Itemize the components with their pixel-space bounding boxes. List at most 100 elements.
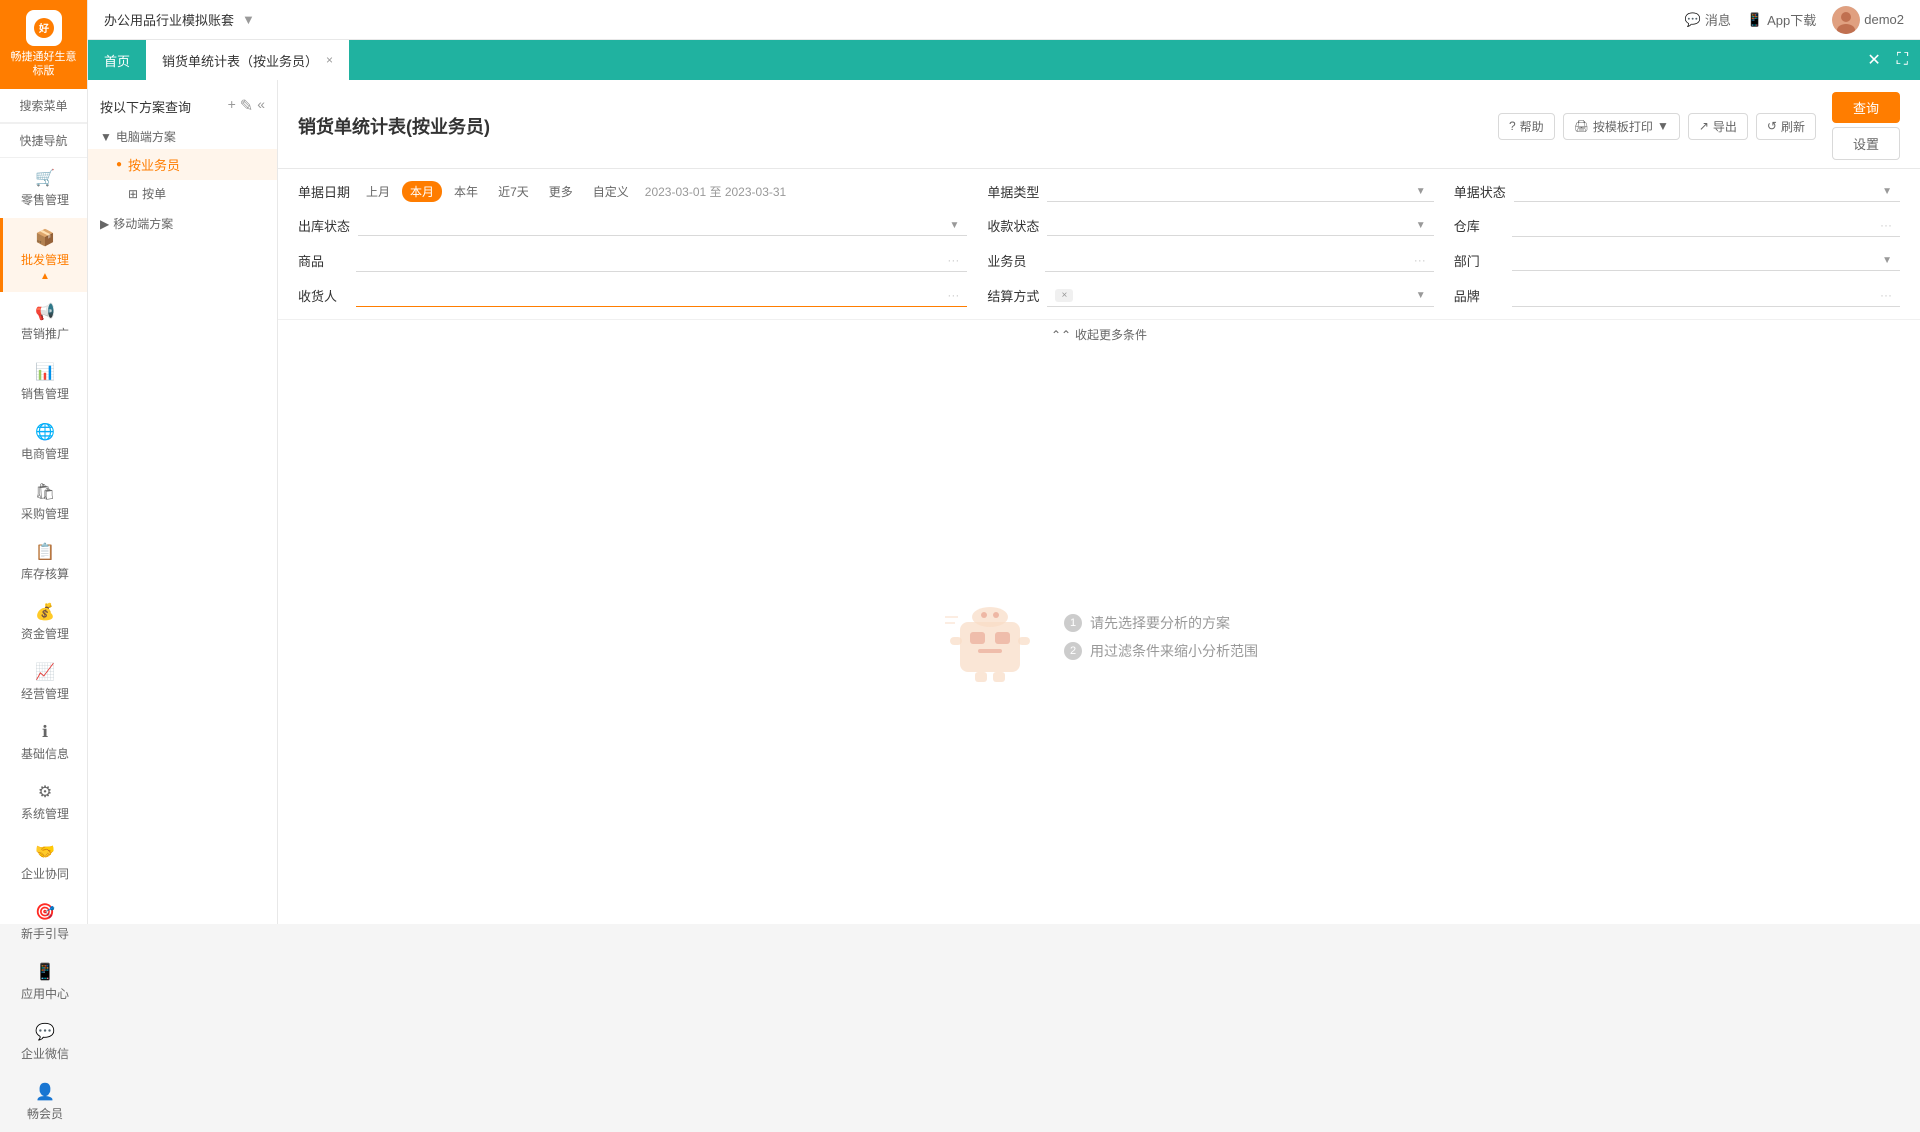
date-tab-more[interactable]: 更多 — [541, 181, 581, 202]
settlement-label: 结算方式 — [987, 286, 1039, 305]
tab-sales-stat[interactable]: 销货单统计表（按业务员） × — [146, 40, 349, 80]
scheme-group-desktop-title[interactable]: ▼ 电脑端方案 — [88, 124, 277, 149]
help-icon: ? — [1509, 119, 1516, 133]
sidebar-item-sales[interactable]: 📊 销售管理 — [0, 352, 87, 412]
search-label: 搜索菜单 — [19, 99, 67, 113]
sidebar-item-wechat[interactable]: 💬 企业微信 — [0, 1012, 87, 1072]
empty-tips: 1 请先选择要分析的方案 2 用过滤条件来缩小分析范围 — [1064, 613, 1258, 661]
receiver-dots-icon: ··· — [947, 288, 959, 302]
help-button[interactable]: ? 帮助 — [1498, 113, 1555, 140]
current-account[interactable]: 办公用品行业模拟账套 — [104, 10, 234, 29]
collapse-button[interactable]: ⌃⌃ 收起更多条件 — [1051, 326, 1147, 343]
settings-button[interactable]: 设置 — [1832, 127, 1900, 160]
date-tab-custom[interactable]: 自定义 — [585, 181, 637, 202]
sidebar-item-label: 企业微信 — [21, 1045, 69, 1062]
outbound-select[interactable]: ▼ — [358, 216, 967, 236]
mobile-icon: 📱 — [1747, 12, 1763, 28]
department-label: 部门 — [1454, 251, 1504, 270]
purchase-icon: 🛍 — [35, 482, 55, 502]
tab-maximize-icon[interactable]: ⛶ — [1893, 47, 1912, 73]
help-label: 帮助 — [1520, 118, 1544, 135]
expand-arrow: ▲ — [40, 271, 50, 282]
date-tab-thisyear[interactable]: 本年 — [446, 181, 486, 202]
sidebar-item-label: 经营管理 — [21, 685, 69, 702]
print-button[interactable]: 🖨 按模板打印 ▼ — [1563, 113, 1680, 140]
filter-warehouse: 仓库 ··· — [1454, 214, 1900, 237]
add-scheme-icon[interactable]: + — [228, 96, 236, 116]
user-menu[interactable]: demo2 — [1832, 6, 1904, 34]
app-logo[interactable]: 好 畅捷通好生意 标版 — [0, 0, 87, 89]
goods-label: 商品 — [298, 251, 348, 270]
sidebar-item-operation[interactable]: 📈 经营管理 — [0, 652, 87, 712]
panel-title-label: 按以下方案查询 — [100, 97, 191, 116]
sidebar-item-finance[interactable]: 💰 资金管理 — [0, 592, 87, 652]
scheme-group-mobile-title[interactable]: ▶ 移动端方案 — [88, 211, 277, 236]
shortcut-label: 快捷导航 — [19, 134, 67, 148]
scheme-sub-label: 按单 — [142, 185, 166, 202]
date-tab-7days[interactable]: 近7天 — [490, 181, 537, 202]
sidebar-item-member[interactable]: 👤 畅会员 — [0, 1072, 87, 1132]
date-tab-lastmonth[interactable]: 上月 — [358, 181, 398, 202]
shortcut-nav[interactable]: 快捷导航 — [0, 123, 87, 158]
group-label: 移动端方案 — [113, 215, 173, 232]
query-button[interactable]: 查询 — [1832, 92, 1900, 123]
sidebar-item-newbie[interactable]: 🎯 新手引导 — [0, 892, 87, 952]
collapse-panel-icon[interactable]: « — [257, 96, 265, 116]
sidebar-item-retail[interactable]: 🛒 零售管理 — [0, 158, 87, 218]
sidebar-item-purchase[interactable]: 🛍 采购管理 — [0, 472, 87, 532]
sidebar-item-label: 畅会员 — [27, 1105, 63, 1122]
payment-select[interactable]: ▼ — [1047, 216, 1433, 236]
scheme-item-by-salesperson[interactable]: ● 按业务员 — [88, 149, 277, 180]
left-panel-title: 按以下方案查询 + ✎ « — [88, 92, 277, 124]
sidebar-item-apps[interactable]: 📱 应用中心 — [0, 952, 87, 1012]
sidebar-item-wholesale[interactable]: 📦 批发管理 ▲ — [0, 218, 87, 292]
svg-text:好: 好 — [38, 22, 49, 35]
sidebar-item-system[interactable]: ⚙ 系统管理 — [0, 772, 87, 832]
department-arrow-icon: ▼ — [1882, 255, 1892, 266]
date-label: 单据日期 — [298, 182, 350, 201]
settlement-tag-close-icon[interactable]: × — [1061, 290, 1067, 301]
sidebar-item-label: 应用中心 — [21, 985, 69, 1002]
scheme-item-by-order[interactable]: ⊞ 按单 — [88, 180, 277, 207]
bill-type-select[interactable]: ▼ — [1047, 182, 1433, 202]
warehouse-select[interactable]: ··· — [1512, 214, 1900, 237]
sidebar-item-enterprise[interactable]: 🤝 企业协同 — [0, 832, 87, 892]
sidebar-item-ecommerce[interactable]: 🌐 电商管理 — [0, 412, 87, 472]
sidebar-item-label: 库存核算 — [21, 565, 69, 582]
enterprise-icon: 🤝 — [35, 842, 55, 862]
brand-select[interactable]: ··· — [1512, 284, 1900, 307]
dropdown-arrow-icon[interactable]: ▼ — [242, 12, 255, 27]
refresh-button[interactable]: ↺ 刷新 — [1756, 113, 1816, 140]
goods-select[interactable]: ··· — [356, 249, 967, 272]
tab-close-icon[interactable]: × — [326, 53, 333, 67]
app-download-btn[interactable]: 📱 App下载 — [1747, 10, 1816, 29]
export-icon: ↗ — [1699, 119, 1709, 133]
outbound-arrow-icon: ▼ — [950, 220, 960, 231]
salesperson-select[interactable]: ··· — [1045, 249, 1433, 272]
empty-content: 1 请先选择要分析的方案 2 用过滤条件来缩小分析范围 — [940, 587, 1258, 687]
date-tab-thismonth[interactable]: 本月 — [402, 181, 442, 202]
bill-status-select[interactable]: ▼ — [1514, 182, 1900, 202]
salesperson-label: 业务员 — [987, 251, 1037, 270]
export-button[interactable]: ↗ 导出 — [1688, 113, 1748, 140]
sidebar-item-label: 资金管理 — [21, 625, 69, 642]
message-btn[interactable]: 💬 消息 — [1685, 10, 1731, 29]
edit-scheme-icon[interactable]: ✎ — [240, 96, 253, 116]
sidebar-item-inventory[interactable]: 📋 库存核算 — [0, 532, 87, 592]
department-select[interactable]: ▼ — [1512, 251, 1900, 271]
refresh-label: 刷新 — [1781, 118, 1805, 135]
tab-home[interactable]: 首页 — [88, 40, 146, 80]
tab-close-window-icon[interactable]: ✕ — [1863, 46, 1884, 74]
search-menu[interactable]: 搜索菜单 — [0, 89, 87, 123]
content-area: 按以下方案查询 + ✎ « ▼ 电脑端方案 ● 按业务员 ⊞ 按 — [88, 80, 1920, 924]
sales-icon: 📊 — [35, 362, 55, 382]
receiver-select[interactable]: ··· — [356, 284, 967, 307]
settlement-select[interactable]: × ▼ — [1047, 285, 1433, 307]
sidebar-item-base[interactable]: ℹ 基础信息 — [0, 712, 87, 772]
sidebar: 好 畅捷通好生意 标版 搜索菜单 快捷导航 🛒 零售管理 📦 批发管理 ▲ 📢 … — [0, 0, 88, 924]
scheme-active-icon: ● — [116, 159, 122, 170]
filter-payment: 收款状态 ▼ — [987, 216, 1433, 236]
sidebar-item-label: 系统管理 — [21, 805, 69, 822]
message-label: 消息 — [1705, 10, 1731, 29]
sidebar-item-marketing[interactable]: 📢 营销推广 — [0, 292, 87, 352]
